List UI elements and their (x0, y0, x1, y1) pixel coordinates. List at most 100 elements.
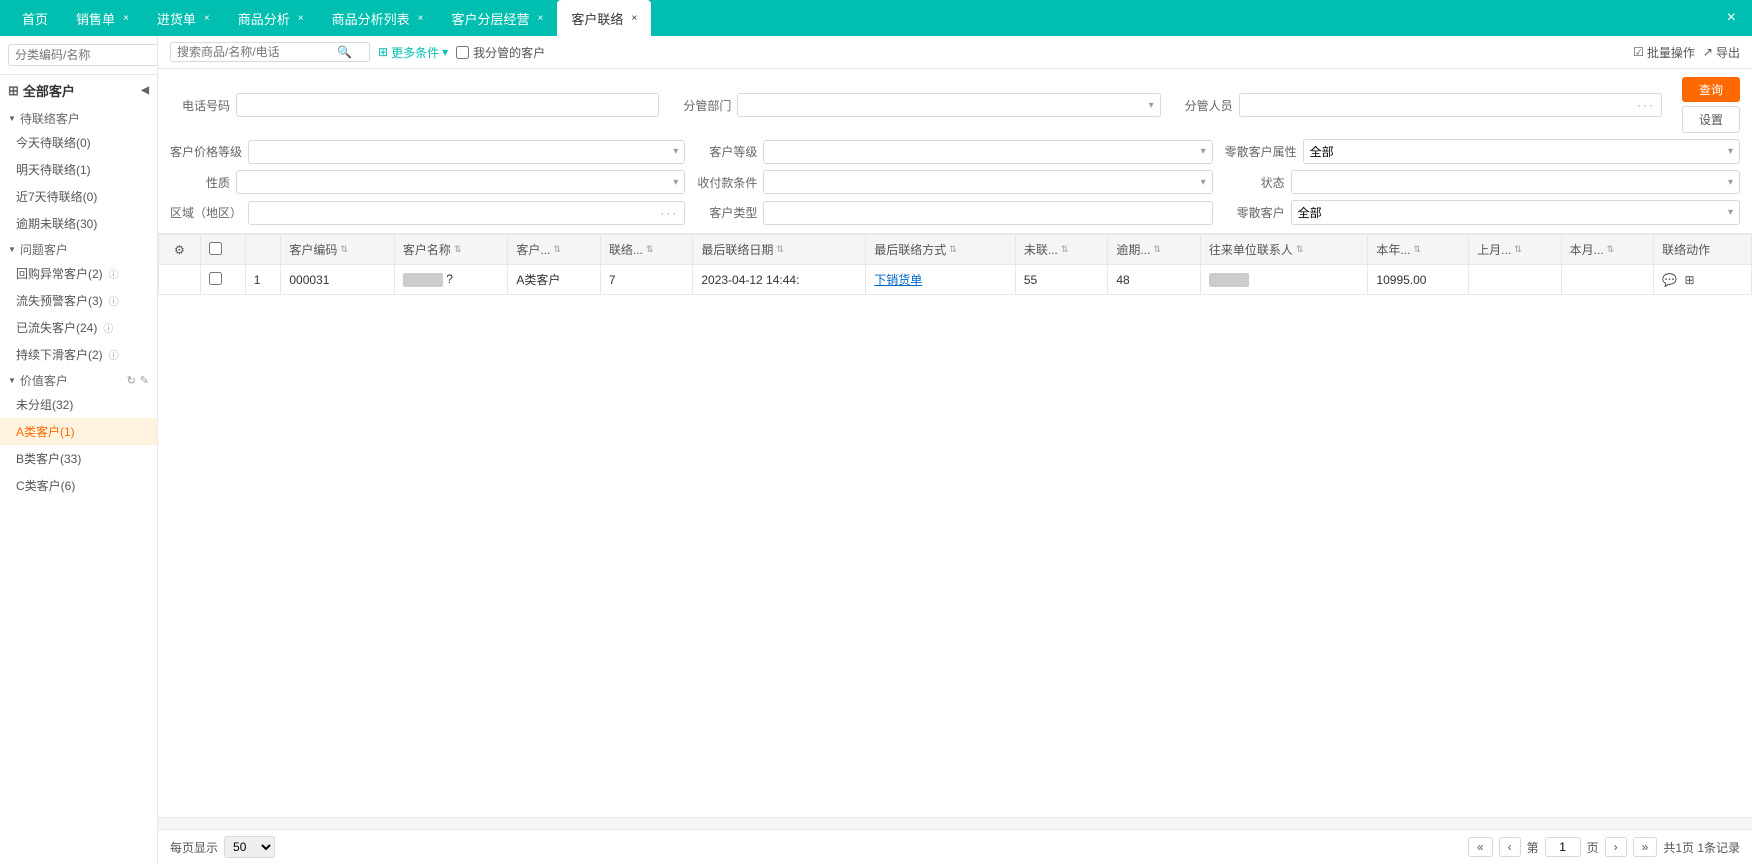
customer-level-label: 客户等级 (697, 143, 757, 160)
sidebar-item-churn-warning[interactable]: 流失预警客户(3) ⓘ (0, 287, 157, 314)
settings-btn[interactable]: 设置 (1682, 106, 1740, 133)
close-tab-sales[interactable]: × (123, 13, 129, 24)
seq-col-header (245, 235, 281, 265)
sidebar-search-input[interactable] (8, 44, 158, 66)
sidebar-item-declining[interactable]: 持续下滑客户(2) ⓘ (0, 341, 157, 368)
nav-tab-analysis-list[interactable]: 商品分析列表 × (318, 0, 438, 36)
dept-input[interactable]: ▾ (737, 93, 1160, 117)
retail-customer-input[interactable]: 全部▾ (1291, 200, 1740, 225)
nav-tab-analysis[interactable]: 商品分析 × (224, 0, 318, 36)
horizontal-scrollbar[interactable] (158, 817, 1752, 829)
page-size-select[interactable]: 50 100 200 (224, 836, 275, 858)
chevron-down-icon: ▾ (442, 45, 448, 59)
select-all-checkbox[interactable] (209, 242, 222, 255)
type-col-header[interactable]: 客户... ⇅ (508, 235, 600, 265)
chat-action-icon[interactable]: 💬 (1662, 273, 1677, 287)
customer-level-input[interactable]: ▾ (763, 140, 1212, 164)
last-page-btn[interactable]: » (1633, 837, 1658, 857)
last-contact-method-col-header[interactable]: 最后联络方式 ⇅ (866, 235, 1016, 265)
payment-input[interactable]: ▾ (763, 170, 1212, 194)
close-tab-customer-contact[interactable]: × (631, 13, 637, 24)
payment-label: 收付款条件 (697, 174, 757, 191)
filter-row-3: 性质 ▾ 收付款条件 ▾ 状态 ▾ (170, 170, 1740, 194)
checkbox-col-header[interactable] (200, 235, 245, 265)
row-type-cell: A类客户 (508, 265, 600, 295)
batch-operation-btn[interactable]: ☑ 批量操作 (1633, 44, 1695, 61)
sidebar: 🔍 ⊞ 全部客户 ◀ ▼ 待联络客户 今天待联络(0) 明天待联络(1) 近7天… (0, 36, 158, 864)
problem-group-label[interactable]: ▼ 问题客户 (0, 237, 157, 260)
nav-tab-home[interactable]: 首页 (8, 0, 62, 36)
settings-col-header[interactable]: ⚙ (159, 235, 201, 265)
data-table-container: ⚙ 客户编码 ⇅ (158, 234, 1752, 817)
phone-input[interactable] (236, 93, 659, 117)
sidebar-item-c-class[interactable]: C类客户(6) (0, 472, 157, 499)
first-page-btn[interactable]: « (1468, 837, 1493, 857)
sort-icon-overdue: ⇅ (1153, 244, 1161, 255)
this-month-col-header[interactable]: 本月... ⇅ (1561, 235, 1653, 265)
close-tab-customer-segment[interactable]: × (537, 13, 543, 24)
sidebar-item-today-pending[interactable]: 今天待联络(0) (0, 129, 157, 156)
sidebar-item-b-class[interactable]: B类客户(33) (0, 445, 157, 472)
no-contact-col-header[interactable]: 未联... ⇅ (1015, 235, 1107, 265)
close-tab-analysis[interactable]: × (298, 13, 304, 24)
last-contact-method-link[interactable]: 下销货单 (874, 273, 922, 287)
pending-group-label[interactable]: ▼ 待联络客户 (0, 106, 157, 129)
gear-icon: ⚙ (174, 243, 185, 257)
my-customers-checkbox[interactable] (456, 46, 469, 59)
edit-icon[interactable]: ✎ (140, 374, 149, 387)
person-input[interactable]: ··· (1239, 93, 1662, 117)
sort-icon-this-year: ⇅ (1413, 244, 1421, 255)
last-contact-date-col-header[interactable]: 最后联络日期 ⇅ (693, 235, 866, 265)
status-input[interactable]: ▾ (1291, 170, 1740, 194)
export-btn[interactable]: ↗ 导出 (1703, 44, 1740, 61)
phone-label: 电话号码 (170, 97, 230, 114)
price-level-input[interactable]: ▾ (248, 140, 685, 164)
close-tab-analysis-list[interactable]: × (418, 13, 424, 24)
next-page-btn[interactable]: › (1605, 837, 1627, 857)
nav-tab-sales[interactable]: 销售单 × (62, 0, 143, 36)
customer-type-input[interactable] (763, 201, 1212, 225)
collapse-sidebar-icon[interactable]: ◀ (141, 85, 149, 96)
sidebar-item-overdue-pending[interactable]: 逾期未联络(30) (0, 210, 157, 237)
sidebar-item-7day-pending[interactable]: 近7天待联络(0) (0, 183, 157, 210)
nav-tab-customer-segment[interactable]: 客户分层经营 × (437, 0, 557, 36)
unit-contact-col-header[interactable]: 往来单位联系人 ⇅ (1200, 235, 1368, 265)
sidebar-item-abnormal-repurchase[interactable]: 回购异常客户(2) ⓘ (0, 260, 157, 287)
contact-col-header[interactable]: 联络... ⇅ (600, 235, 692, 265)
nature-input[interactable]: ▾ (236, 170, 685, 194)
close-all-tabs-btn[interactable]: × (1719, 5, 1744, 31)
this-year-col-header[interactable]: 本年... ⇅ (1368, 235, 1469, 265)
page-number-input[interactable] (1545, 837, 1581, 857)
filter-row-4: 区域（地区） ··· 客户类型 零散客户 全部▾ (170, 200, 1740, 225)
refresh-icon[interactable]: ↻ (127, 374, 136, 387)
row-checkbox[interactable] (209, 272, 222, 285)
main-search-input[interactable] (177, 45, 337, 59)
footer-right: « ‹ 第 页 › » 共1页 1条记录 (1468, 837, 1740, 857)
dept-field: 分管部门 ▾ (671, 93, 1160, 117)
nav-tab-purchase[interactable]: 进货单 × (143, 0, 224, 36)
sidebar-item-churned[interactable]: 已流失客户(24) ⓘ (0, 314, 157, 341)
overdue-col-header[interactable]: 逾期... ⇅ (1108, 235, 1200, 265)
nature-label: 性质 (170, 174, 230, 191)
my-customers-checkbox-label[interactable]: 我分管的客户 (456, 44, 545, 61)
more-filters-btn[interactable]: ⊞ 更多条件 ▾ (378, 44, 448, 61)
all-customers-header[interactable]: ⊞ 全部客户 ◀ (0, 75, 157, 106)
retail-attr-input[interactable]: 全部▾ (1303, 139, 1740, 164)
sidebar-item-tomorrow-pending[interactable]: 明天待联络(1) (0, 156, 157, 183)
name-col-header[interactable]: 客户名称 ⇅ (394, 235, 508, 265)
close-tab-purchase[interactable]: × (204, 13, 210, 24)
filter-actions: 查询 设置 (1682, 77, 1740, 133)
value-group-label[interactable]: ▼ 价值客户 ↻ ✎ (0, 368, 157, 391)
prev-page-btn[interactable]: ‹ (1499, 837, 1521, 857)
qr-action-icon[interactable]: ⊞ (1684, 273, 1694, 287)
sidebar-item-a-class[interactable]: A类客户(1) (0, 418, 157, 445)
code-col-header[interactable]: 客户编码 ⇅ (281, 235, 395, 265)
sidebar-item-ungrouped[interactable]: 未分组(32) (0, 391, 157, 418)
main-search-icon[interactable]: 🔍 (337, 45, 352, 59)
region-input[interactable]: ··· (248, 201, 685, 225)
row-checkbox-cell[interactable] (200, 265, 245, 295)
query-btn[interactable]: 查询 (1682, 77, 1740, 102)
nav-tab-customer-contact[interactable]: 客户联络 × (557, 0, 651, 36)
last-month-col-header[interactable]: 上月... ⇅ (1469, 235, 1561, 265)
retail-attr-field: 零散客户属性 全部▾ (1225, 139, 1740, 164)
